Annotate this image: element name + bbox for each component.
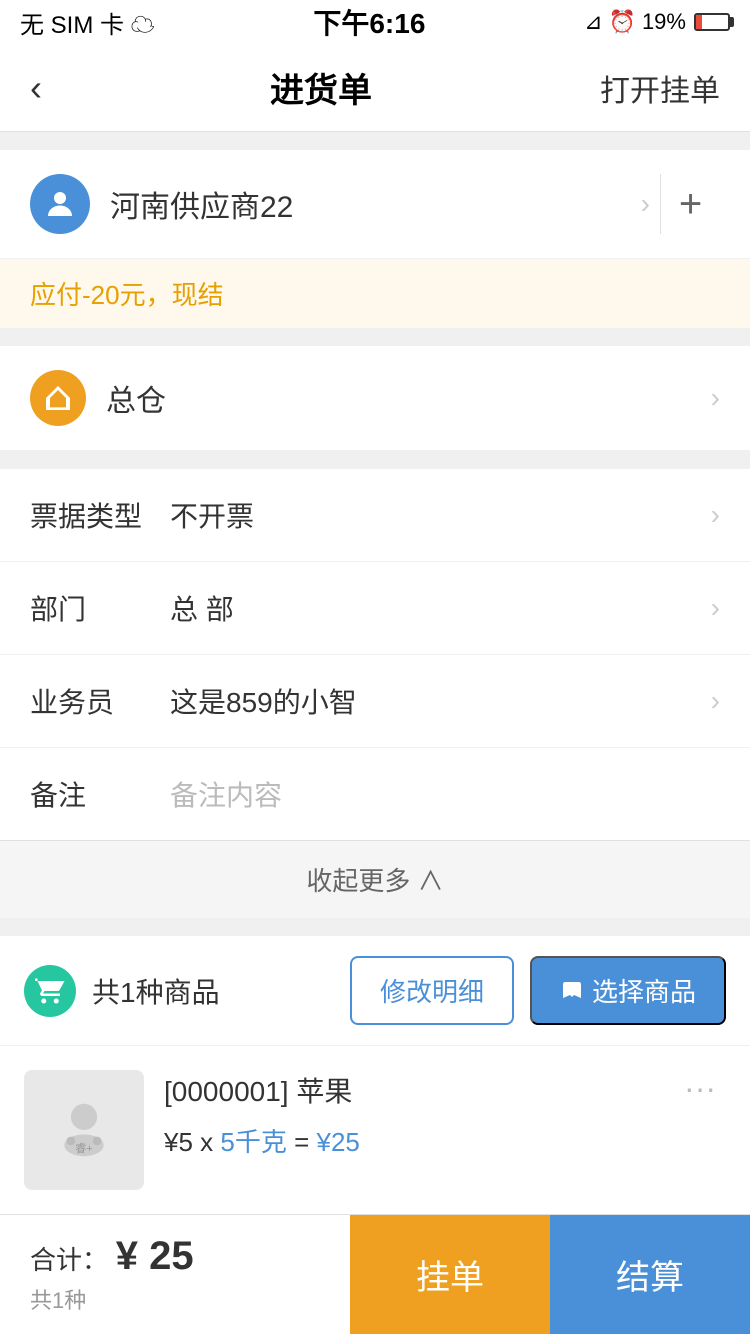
invoice-value: 不开票 (170, 495, 711, 535)
products-icon (24, 965, 76, 1017)
warehouse-arrow-icon: › (711, 382, 720, 414)
invoice-arrow-icon: › (711, 499, 720, 531)
select-product-button[interactable]: 选择商品 (530, 956, 726, 1025)
product-thumbnail: 睿+ (24, 1070, 144, 1190)
edit-details-button[interactable]: 修改明细 (350, 956, 514, 1025)
product-quantity: 5千克 (220, 1127, 286, 1157)
invoice-label: 票据类型 (30, 495, 170, 535)
dept-value: 总 部 (170, 588, 711, 628)
warehouse-row[interactable]: 总仓 › (0, 346, 750, 450)
dept-label: 部门 (30, 588, 170, 628)
total-section: 合计： ¥ 25 共1种 (0, 1234, 350, 1315)
nav-bar: ‹ 进货单 打开挂单 (0, 44, 750, 132)
dept-arrow-icon: › (711, 592, 720, 624)
person-icon (42, 186, 78, 222)
total-row: 合计： ¥ 25 (30, 1234, 320, 1279)
products-count: 共1种商品 (92, 971, 350, 1011)
product-code: [0000001] (164, 1076, 296, 1107)
open-pending-button[interactable]: 打开挂单 (600, 66, 720, 110)
supplier-info-banner: 应付-20元，现结 (0, 259, 750, 328)
product-placeholder-icon: 睿+ (49, 1095, 119, 1165)
product-name: [0000001] 苹果 (164, 1070, 674, 1110)
supplier-section: 河南供应商22 › + 应付-20元，现结 (0, 150, 750, 328)
dept-row[interactable]: 部门 总 部 › (0, 561, 750, 654)
checkout-button[interactable]: 结算 (550, 1215, 750, 1334)
products-header: 共1种商品 修改明细 选择商品 (0, 918, 750, 1045)
section-divider-1 (0, 132, 750, 150)
supplier-name: 河南供应商22 (110, 182, 641, 226)
supplier-row[interactable]: 河南供应商22 › + (0, 150, 750, 259)
page-title: 进货单 (270, 63, 372, 112)
form-section: 票据类型 不开票 › 部门 总 部 › 业务员 这是859的小智 › 备注 备注… (0, 468, 750, 840)
bottom-bar: 合计： ¥ 25 共1种 挂单 结算 (0, 1214, 750, 1334)
total-label: 合计： (30, 1245, 108, 1275)
battery-icon (694, 13, 730, 31)
cart-icon (35, 976, 65, 1006)
product-item: 睿+ [0000001] 苹果 ¥5 x 5千克 = ¥25 ··· (0, 1045, 750, 1214)
select-product-label: 选择商品 (592, 972, 696, 1009)
salesman-row[interactable]: 业务员 这是859的小智 › (0, 654, 750, 747)
add-supplier-button[interactable]: + (660, 174, 720, 234)
product-more-button[interactable]: ··· (674, 1070, 726, 1107)
status-left: 无 SIM 卡 ☁ (20, 5, 155, 40)
status-right: ⊿ ⏰ 19% (584, 9, 730, 35)
back-button[interactable]: ‹ (30, 67, 42, 109)
status-time: 下午6:16 (313, 2, 425, 42)
status-bar: 无 SIM 卡 ☁ 下午6:16 ⊿ ⏰ 19% (0, 0, 750, 44)
salesman-label: 业务员 (30, 681, 170, 721)
total-amount: ¥ 25 (116, 1234, 194, 1278)
warehouse-icon (30, 370, 86, 426)
product-price-row: ¥5 x 5千克 = ¥25 (164, 1122, 674, 1159)
product-total-price: ¥25 (317, 1127, 360, 1157)
salesman-value: 这是859的小智 (170, 681, 711, 721)
section-divider-2 (0, 328, 750, 346)
total-sub-label: 共1种 (30, 1283, 320, 1315)
supplier-avatar (30, 174, 90, 234)
product-equals: = (294, 1127, 316, 1157)
salesman-arrow-icon: › (711, 685, 720, 717)
home-icon (42, 382, 74, 414)
svg-text:睿+: 睿+ (75, 1141, 92, 1155)
sim-status: 无 SIM 卡 ☁ (20, 5, 155, 40)
location-icon: ⊿ (584, 9, 602, 35)
section-divider-3 (0, 450, 750, 468)
product-details: [0000001] 苹果 ¥5 x 5千克 = ¥25 (164, 1070, 674, 1159)
warehouse-section: 总仓 › (0, 346, 750, 450)
battery-label: 19% (642, 9, 686, 35)
collapse-button[interactable]: 收起更多 ∧ (0, 840, 750, 918)
alarm-icon: ⏰ (609, 9, 636, 35)
select-product-icon (560, 979, 584, 1003)
supplier-arrow-icon: › (641, 188, 650, 220)
remark-input[interactable]: 备注内容 (170, 774, 720, 814)
invoice-row[interactable]: 票据类型 不开票 › (0, 468, 750, 561)
warehouse-name: 总仓 (106, 376, 711, 420)
remark-label: 备注 (30, 774, 170, 814)
product-title: 苹果 (296, 1076, 352, 1107)
product-unit-price: ¥5 x (164, 1127, 220, 1157)
remark-row[interactable]: 备注 备注内容 (0, 747, 750, 840)
pending-button[interactable]: 挂单 (350, 1215, 550, 1334)
